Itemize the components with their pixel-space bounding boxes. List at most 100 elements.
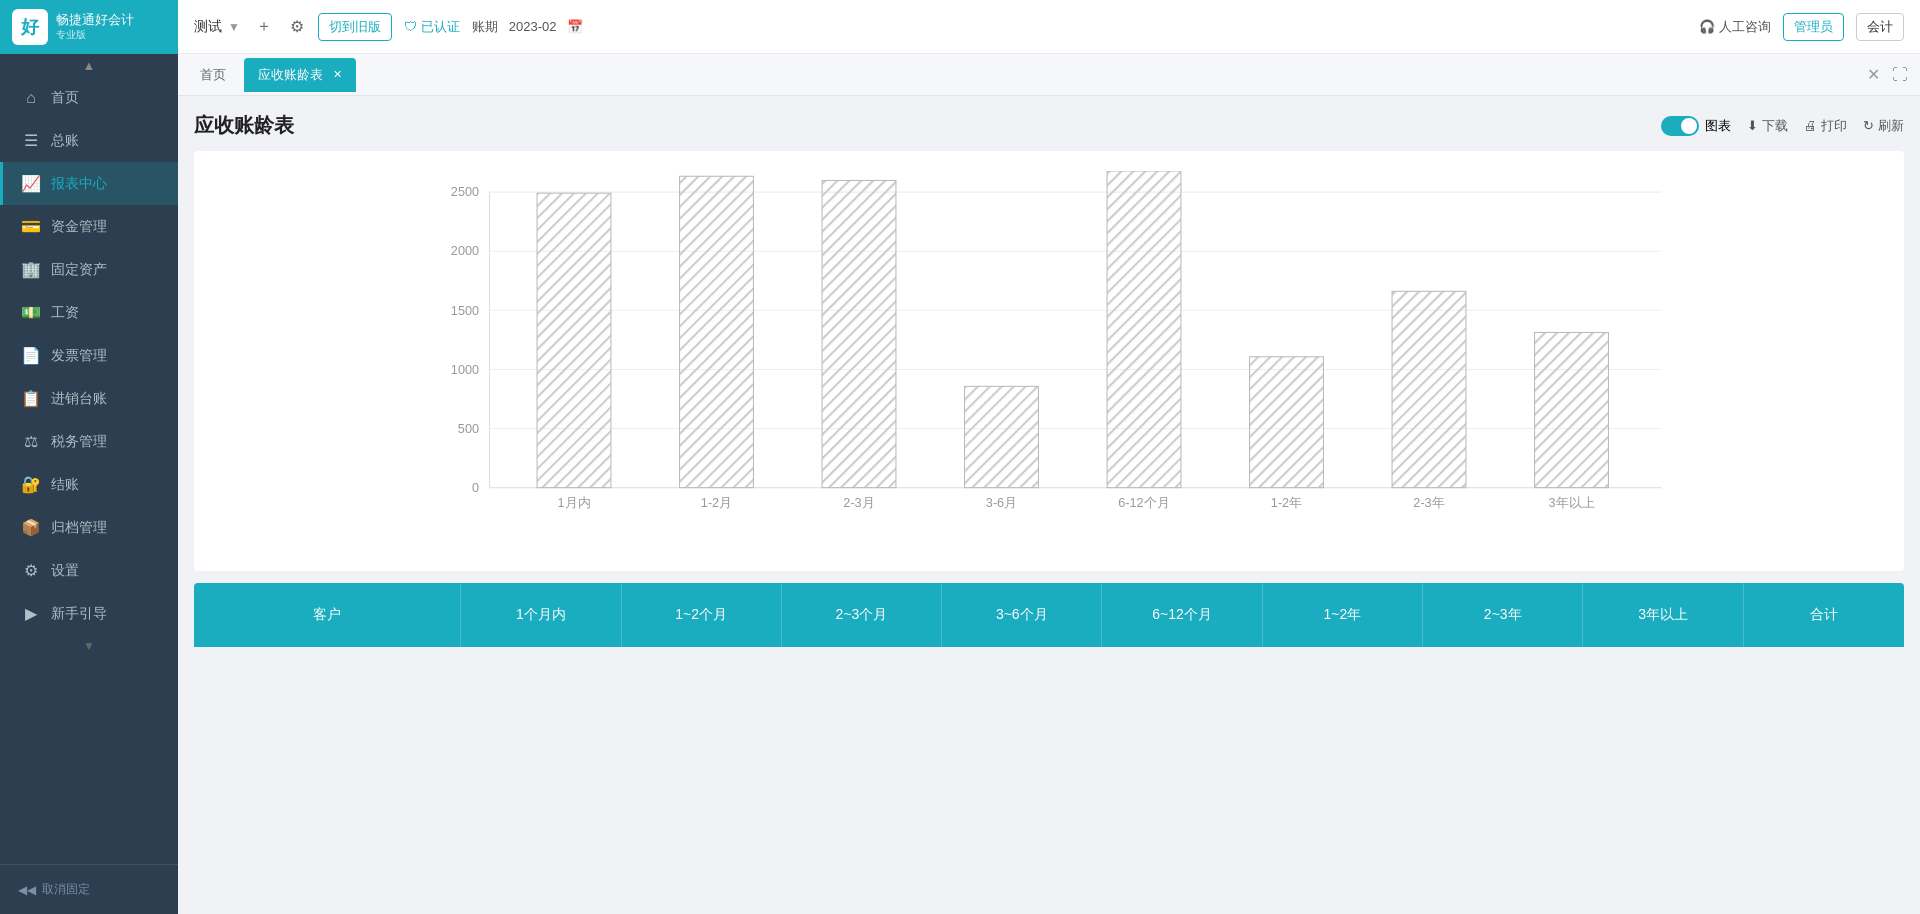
cancel-fixed-btn[interactable]: ◀◀ 取消固定 <box>0 873 178 906</box>
role-btn[interactable]: 会计 <box>1856 13 1904 41</box>
svg-text:2-3月: 2-3月 <box>843 496 874 510</box>
chart-toggle[interactable]: 图表 <box>1661 116 1731 136</box>
col-total: 合计 <box>1744 583 1904 647</box>
svg-text:1500: 1500 <box>451 304 479 318</box>
sidebar-item-tax[interactable]: ⚖ 税务管理 <box>0 420 178 463</box>
period-value: 2023-02 <box>509 19 557 34</box>
period-info: 账期 2023-02 📅 <box>472 18 583 36</box>
sidebar-item-reports[interactable]: 📈 报表中心 <box>0 162 178 205</box>
sidebar-item-settings[interactable]: ⚙ 设置 <box>0 549 178 592</box>
tabbar: 首页 应收账龄表 ✕ ✕ ⛶ <box>178 54 1920 96</box>
cancel-fixed-label: 取消固定 <box>42 881 90 898</box>
sidebar-nav: ▲ ⌂ 首页 ☰ 总账 📈 报表中心 💳 资金管理 🏢 固定资产 💵 工资 📄 … <box>0 54 178 864</box>
tab-close-icon[interactable]: ✕ <box>333 68 342 81</box>
sidebar-item-inout[interactable]: 📋 进销台账 <box>0 377 178 420</box>
svg-text:0: 0 <box>472 481 479 495</box>
funds-icon: 💳 <box>21 217 41 236</box>
svg-rect-16 <box>680 176 754 487</box>
download-label: 下载 <box>1762 117 1788 135</box>
page-title: 应收账龄表 <box>194 112 294 139</box>
app-edition: 专业版 <box>56 28 134 42</box>
bar-chart: 0 500 1000 1500 2000 2500 1月内 1-2月 <box>214 171 1884 551</box>
settings-icon: ⚙ <box>21 561 41 580</box>
download-icon: ⬇ <box>1747 118 1758 133</box>
invoice-icon: 📄 <box>21 346 41 365</box>
project-selector[interactable]: 测试 ▼ <box>194 18 240 36</box>
col-6-12month: 6~12个月 <box>1102 583 1262 647</box>
user-btn[interactable]: 管理员 <box>1783 13 1844 41</box>
refresh-btn[interactable]: ↻ 刷新 <box>1863 117 1904 135</box>
add-btn[interactable]: ＋ <box>252 12 276 41</box>
support-label: 人工咨询 <box>1719 18 1771 36</box>
svg-text:1-2月: 1-2月 <box>701 496 732 510</box>
assets-icon: 🏢 <box>21 260 41 279</box>
sidebar-item-ledger[interactable]: ☰ 总账 <box>0 119 178 162</box>
period-label: 账期 <box>472 19 498 34</box>
refresh-icon: ↻ <box>1863 118 1874 133</box>
svg-text:6-12个月: 6-12个月 <box>1118 496 1169 510</box>
tab-ar-aging-label: 应收账龄表 <box>258 66 323 84</box>
sidebar-item-payroll-label: 工资 <box>51 304 79 322</box>
sidebar-item-settings-label: 设置 <box>51 562 79 580</box>
svg-rect-22 <box>1107 171 1181 488</box>
sidebar-item-guide-label: 新手引导 <box>51 605 107 623</box>
sidebar-item-funds[interactable]: 💳 资金管理 <box>0 205 178 248</box>
sidebar-item-reports-label: 报表中心 <box>51 175 107 193</box>
scroll-up-btn[interactable]: ▲ <box>0 54 178 77</box>
svg-text:3年以上: 3年以上 <box>1548 496 1594 510</box>
print-btn[interactable]: 🖨 打印 <box>1804 117 1847 135</box>
calendar-icon[interactable]: 📅 <box>567 19 583 34</box>
download-btn[interactable]: ⬇ 下载 <box>1747 117 1788 135</box>
verified-label: 已认证 <box>421 18 460 36</box>
switch-version-btn[interactable]: 切到旧版 <box>318 13 392 41</box>
sidebar-item-assets[interactable]: 🏢 固定资产 <box>0 248 178 291</box>
sidebar-item-archive[interactable]: 📦 归档管理 <box>0 506 178 549</box>
logo-icon: 好 <box>12 9 48 45</box>
sidebar-item-guide[interactable]: ▶ 新手引导 <box>0 592 178 635</box>
sidebar: 好 畅捷通好会计 专业版 ▲ ⌂ 首页 ☰ 总账 📈 报表中心 💳 资金管理 🏢… <box>0 0 178 914</box>
page-header: 应收账龄表 图表 ⬇ 下载 🖨 打印 ↻ 刷新 <box>194 112 1904 139</box>
svg-rect-26 <box>1392 291 1466 487</box>
topbar: 测试 ▼ ＋ ⚙ 切到旧版 🛡 已认证 账期 2023-02 📅 🎧 人工咨询 … <box>178 0 1920 54</box>
col-1-2year: 1~2年 <box>1263 583 1423 647</box>
sidebar-item-payroll[interactable]: 💵 工资 <box>0 291 178 334</box>
svg-text:2-3年: 2-3年 <box>1413 496 1444 510</box>
col-3-6month: 3~6个月 <box>942 583 1102 647</box>
svg-rect-20 <box>965 386 1039 487</box>
tab-home[interactable]: 首页 <box>186 58 240 92</box>
toggle-track[interactable] <box>1661 116 1699 136</box>
support-btn[interactable]: 🎧 人工咨询 <box>1699 18 1771 36</box>
inout-icon: 📋 <box>21 389 41 408</box>
sidebar-bottom: ◀◀ 取消固定 <box>0 864 178 914</box>
reports-icon: 📈 <box>21 174 41 193</box>
col-customer: 客户 <box>194 583 461 647</box>
settings-btn[interactable]: ⚙ <box>286 13 308 40</box>
tax-icon: ⚖ <box>21 432 41 451</box>
sidebar-item-invoice[interactable]: 📄 发票管理 <box>0 334 178 377</box>
col-3plus-year: 3年以上 <box>1583 583 1743 647</box>
svg-text:500: 500 <box>458 422 479 436</box>
sidebar-item-closing-label: 结账 <box>51 476 79 494</box>
sidebar-item-archive-label: 归档管理 <box>51 519 107 537</box>
svg-text:3-6月: 3-6月 <box>986 496 1017 510</box>
print-label: 打印 <box>1821 117 1847 135</box>
tab-ar-aging[interactable]: 应收账龄表 ✕ <box>244 58 356 92</box>
chart-area: 0 500 1000 1500 2000 2500 1月内 1-2月 <box>194 151 1904 571</box>
scroll-down-btn[interactable]: ▼ <box>0 635 178 657</box>
col-2-3month: 2~3个月 <box>782 583 942 647</box>
sidebar-item-closing[interactable]: 🔐 结账 <box>0 463 178 506</box>
expand-window-btn[interactable]: ⛶ <box>1888 62 1912 88</box>
cancel-fixed-icon: ◀◀ <box>18 883 36 897</box>
svg-text:1-2年: 1-2年 <box>1271 496 1302 510</box>
project-chevron-icon: ▼ <box>228 20 240 34</box>
verified-badge: 🛡 已认证 <box>404 18 460 36</box>
print-icon: 🖨 <box>1804 118 1817 133</box>
sidebar-item-home[interactable]: ⌂ 首页 <box>0 77 178 119</box>
project-name: 测试 <box>194 18 222 36</box>
sidebar-item-inout-label: 进销台账 <box>51 390 107 408</box>
table-header: 客户 1个月内 1~2个月 2~3个月 3~6个月 6~12个月 1~2年 2~… <box>194 583 1904 647</box>
close-window-btn[interactable]: ✕ <box>1863 61 1884 88</box>
closing-icon: 🔐 <box>21 475 41 494</box>
svg-text:1月内: 1月内 <box>557 496 590 510</box>
guide-icon: ▶ <box>21 604 41 623</box>
